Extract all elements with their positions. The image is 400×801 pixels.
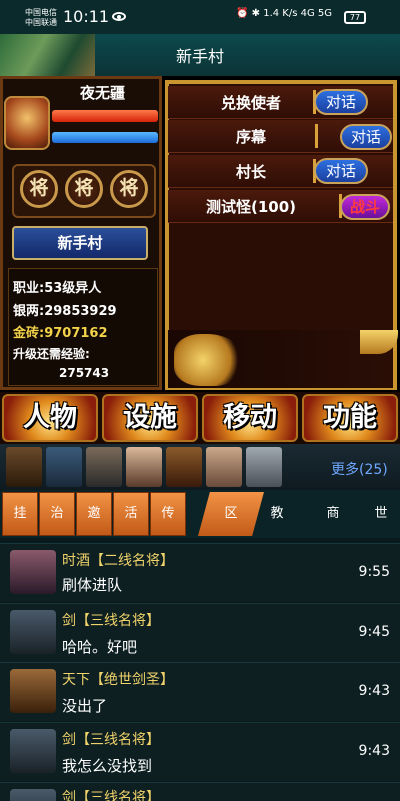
chat-avatar[interactable] — [10, 550, 56, 594]
chat-avatar[interactable] — [10, 729, 56, 773]
eye-icon — [112, 12, 126, 21]
general-portrait[interactable] — [6, 447, 42, 487]
chat-avatar[interactable] — [10, 610, 56, 654]
system-icons: ⏰ ✱ 1.4 K/s 4G 5G — [236, 8, 332, 19]
tab-invite[interactable]: 邀 — [76, 492, 112, 536]
npc-name: 测试怪(100) — [205, 198, 297, 216]
carrier-labels: 中国电信 中国联通 — [25, 8, 57, 28]
player-stats: 职业:53级异人 银两:29853929 金砖:9707162 升级还需经验: … — [8, 268, 158, 386]
silver-stat: 银两:29853929 — [13, 304, 117, 319]
tab-world[interactable]: 世 — [356, 492, 400, 536]
chat-message: 剑【三线名将】 — [0, 782, 400, 801]
general-portrait[interactable] — [86, 447, 122, 487]
chat-text: 我怎么没找到 — [62, 757, 153, 775]
talk-button[interactable]: 对话 — [340, 124, 392, 150]
location-plate[interactable]: 新手村 — [12, 226, 148, 260]
tab-activity[interactable]: 活 — [113, 492, 149, 536]
chat-message: 时酒【二线名将】 刷体进队 9:55 — [0, 543, 400, 602]
more-generals-link[interactable]: 更多(25) — [331, 459, 388, 479]
general-portrait[interactable] — [46, 447, 82, 487]
career-stat: 职业:53级异人 — [13, 281, 102, 296]
hp-bar — [52, 110, 158, 122]
signal-icon: 4G 5G — [300, 8, 333, 19]
exp-value: 275743 — [59, 366, 110, 380]
talk-button[interactable]: 对话 — [314, 158, 368, 184]
chat-sender: 剑【三线名将】 — [62, 732, 160, 748]
exp-label: 升级还需经验: — [13, 347, 90, 361]
general-badge[interactable]: 将 — [110, 170, 148, 208]
status-time: 10:11 — [63, 7, 110, 26]
tab-trade[interactable]: 商 — [308, 492, 358, 536]
chat-sender: 天下【绝世剑圣】 — [62, 672, 174, 688]
general-portrait[interactable] — [246, 447, 282, 487]
general-portrait[interactable] — [166, 447, 202, 487]
bluetooth-icon: ✱ — [251, 8, 261, 19]
battery-icon: 77 — [344, 11, 366, 24]
npc-name: 村长 — [235, 163, 266, 181]
chat-text: 刷体进队 — [62, 576, 123, 594]
page-title: 新手村 — [175, 47, 224, 66]
chat-sender: 剑【三线名将】 — [62, 790, 160, 801]
carrier-2: 中国联通 — [25, 18, 57, 27]
menu-facilities-button[interactable]: 设施 — [102, 394, 198, 442]
chat-avatar[interactable] — [10, 789, 56, 801]
mp-bar — [52, 132, 158, 143]
chat-message: 剑【三线名将】 哈哈。好吧 9:45 — [0, 603, 400, 662]
chat-time: 9:45 — [358, 624, 390, 640]
alarm-icon: ⏰ — [236, 8, 249, 19]
carrier-1: 中国电信 — [25, 8, 57, 17]
tab-heal[interactable]: 治 — [39, 492, 75, 536]
chat-message: 剑【三线名将】 我怎么没找到 9:43 — [0, 722, 400, 781]
general-badge[interactable]: 将 — [65, 170, 103, 208]
player-name: 夜无疆 — [79, 84, 125, 102]
general-badges: 将 将 将 — [12, 164, 156, 218]
npc-row[interactable]: 序幕 对话 — [168, 120, 393, 153]
tab-sect[interactable]: 教 — [252, 492, 302, 536]
npc-separator — [315, 124, 318, 148]
npc-row[interactable]: 村长 对话 — [168, 155, 393, 188]
chat-text: 哈哈。好吧 — [62, 638, 138, 656]
net-speed: 1.4 K/s — [263, 8, 298, 19]
talk-button[interactable]: 对话 — [314, 89, 368, 115]
tab-hang[interactable]: 挂 — [2, 492, 38, 536]
npc-row[interactable]: 兑换使者 对话 — [168, 86, 393, 119]
gold-stat: 金砖:9707162 — [13, 326, 108, 341]
general-portrait[interactable] — [126, 447, 162, 487]
chat-time: 9:55 — [358, 564, 390, 580]
npc-row[interactable]: 测试怪(100) 战斗 — [168, 190, 393, 223]
menu-functions-button[interactable]: 功能 — [302, 394, 398, 442]
chat-sender: 时酒【二线名将】 — [62, 553, 174, 569]
chat-text: 没出了 — [62, 697, 108, 715]
status-bar — [0, 0, 400, 34]
player-avatar[interactable] — [4, 96, 50, 150]
chat-sender: 剑【三线名将】 — [62, 613, 160, 629]
chat-message: 天下【绝世剑圣】 没出了 9:43 — [0, 662, 400, 721]
chat-time: 9:43 — [358, 683, 390, 699]
npc-name: 序幕 — [235, 128, 266, 146]
tab-teleport[interactable]: 传 — [150, 492, 186, 536]
chat-avatar[interactable] — [10, 669, 56, 713]
fight-button[interactable]: 战斗 — [340, 194, 390, 220]
chat-time: 9:43 — [358, 743, 390, 759]
general-badge[interactable]: 将 — [20, 170, 58, 208]
npc-name: 兑换使者 — [220, 94, 281, 112]
menu-character-button[interactable]: 人物 — [2, 394, 98, 442]
menu-move-button[interactable]: 移动 — [202, 394, 298, 442]
general-portrait[interactable] — [206, 447, 242, 487]
